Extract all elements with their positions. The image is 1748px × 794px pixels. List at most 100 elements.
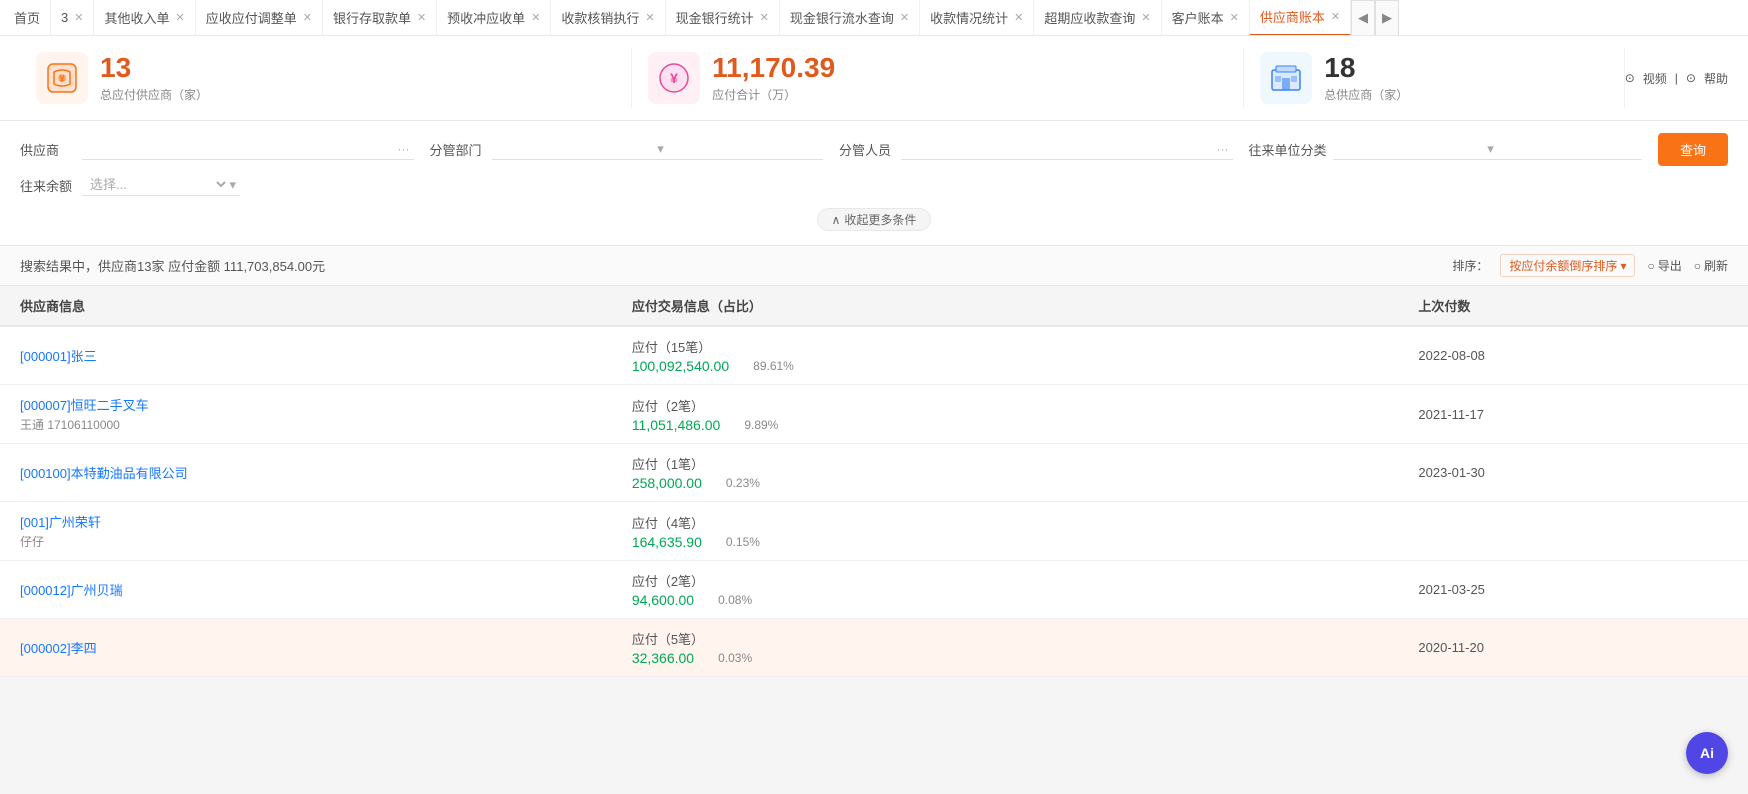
supplier-link[interactable]: [000100]本特勤油品有限公司 bbox=[20, 466, 188, 481]
supplier-link[interactable]: [000012]广州贝瑞 bbox=[20, 583, 123, 598]
collapse-label: 收起更多条件 bbox=[844, 211, 916, 228]
tab3-close[interactable]: ✕ bbox=[74, 11, 83, 24]
ap-amount-number: 11,170.39 bbox=[712, 53, 835, 84]
receipt-stat-close[interactable]: ✕ bbox=[1014, 11, 1023, 24]
nav-tab-receipt-stat[interactable]: 收款情况统计 ✕ bbox=[920, 0, 1034, 36]
dept-chevron-icon: ▾ bbox=[657, 141, 819, 157]
stat-ap-amount: ¥ 11,170.39 应付合计（万） bbox=[632, 48, 1244, 108]
supplier-link[interactable]: [001]广州荣轩 bbox=[20, 515, 101, 530]
tx-amount[interactable]: 32,366.00 bbox=[632, 650, 694, 666]
supplier-ellipsis-icon[interactable]: ··· bbox=[398, 142, 410, 156]
query-button[interactable]: 查询 bbox=[1658, 133, 1728, 166]
tx-amount[interactable]: 100,092,540.00 bbox=[632, 358, 729, 374]
nav-tab-prepay-ar[interactable]: 预收冲应收单 ✕ bbox=[437, 0, 551, 36]
bank-deposit-close[interactable]: ✕ bbox=[417, 11, 426, 24]
ap-suppliers-icon: ¥ bbox=[36, 52, 88, 104]
bank-deposit-label: 银行存取款单 bbox=[333, 8, 411, 27]
cash-bank-stat-close[interactable]: ✕ bbox=[760, 11, 769, 24]
ai-badge[interactable]: Ai bbox=[1686, 732, 1728, 774]
nav-tab-3[interactable]: 3 ✕ bbox=[51, 0, 94, 36]
person-ellipsis-icon[interactable]: ··· bbox=[1217, 142, 1229, 156]
tx-amount[interactable]: 94,600.00 bbox=[632, 592, 694, 608]
nav-tab-overdue-ar[interactable]: 超期应收款查询 ✕ bbox=[1034, 0, 1161, 36]
nav-tab-cash-bank-stat[interactable]: 现金银行统计 ✕ bbox=[666, 0, 780, 36]
nav-tab-supplier-ledger[interactable]: 供应商账本 ✕ bbox=[1250, 0, 1351, 36]
tx-pct: 0.08% bbox=[718, 593, 752, 607]
tx-pct: 89.61% bbox=[753, 359, 794, 373]
export-button[interactable]: ○ 导出 bbox=[1647, 257, 1681, 274]
category-dropdown[interactable]: ▾ bbox=[1333, 139, 1642, 160]
last-pay-cell: 2020-11-20 bbox=[1398, 619, 1748, 677]
balance-select[interactable]: 选择... bbox=[86, 176, 229, 193]
tx-cell: 应付（15笔）100,092,540.0089.61% bbox=[612, 326, 1399, 385]
video-link[interactable]: 视频 bbox=[1643, 70, 1667, 87]
filter-supplier: 供应商 ··· bbox=[20, 140, 414, 160]
collapse-button[interactable]: ∧ 收起更多条件 bbox=[817, 208, 932, 231]
receipt-stat-label: 收款情况统计 bbox=[930, 8, 1008, 27]
supplier-link[interactable]: [000007]恒旺二手叉车 bbox=[20, 398, 149, 413]
supplier-link[interactable]: [000002]李四 bbox=[20, 641, 97, 656]
top-navigation: 首页 3 ✕ 其他收入单 ✕ 应收应付调整单 ✕ 银行存取款单 ✕ 预收冲应收单… bbox=[0, 0, 1748, 36]
nav-tab-bank-deposit[interactable]: 银行存取款单 ✕ bbox=[323, 0, 437, 36]
table-row: [000100]本特勤油品有限公司应付（1笔）258,000.000.23%20… bbox=[0, 444, 1748, 502]
overdue-ar-close[interactable]: ✕ bbox=[1141, 11, 1150, 24]
cash-bank-stat-label: 现金银行统计 bbox=[676, 8, 754, 27]
person-input-wrap[interactable]: ··· bbox=[901, 140, 1233, 160]
cash-bank-flow-label: 现金银行流水查询 bbox=[790, 8, 894, 27]
last-pay-cell: 2021-03-25 bbox=[1398, 561, 1748, 619]
customer-ledger-close[interactable]: ✕ bbox=[1230, 11, 1239, 24]
refresh-icon: ○ bbox=[1694, 259, 1701, 273]
stat-total-suppliers: 18 总供应商（家） bbox=[1244, 48, 1624, 108]
prepay-ar-close[interactable]: ✕ bbox=[531, 11, 540, 24]
cash-bank-flow-close[interactable]: ✕ bbox=[900, 11, 909, 24]
export-label: 导出 bbox=[1658, 257, 1682, 274]
tx-pct: 0.15% bbox=[726, 535, 760, 549]
tx-label: 应付（4笔） bbox=[632, 513, 1379, 532]
supplier-ledger-label: 供应商账本 bbox=[1260, 7, 1325, 26]
tx-pct: 0.23% bbox=[726, 476, 760, 490]
tx-amount[interactable]: 164,635.90 bbox=[632, 534, 702, 550]
supplier-ledger-close[interactable]: ✕ bbox=[1331, 10, 1340, 23]
help-link[interactable]: 帮助 bbox=[1704, 70, 1728, 87]
nav-arrow-right[interactable]: ▶ bbox=[1375, 0, 1399, 36]
supplier-cell: [001]广州荣轩仔仔 bbox=[0, 502, 612, 561]
nav-tab-home[interactable]: 首页 bbox=[4, 0, 51, 36]
person-label: 分管人员 bbox=[839, 140, 895, 159]
receipt-verify-close[interactable]: ✕ bbox=[645, 11, 654, 24]
sort-button[interactable]: 按应付余额倒序排序 ▾ bbox=[1500, 254, 1635, 277]
balance-select-wrap[interactable]: 选择... ▾ bbox=[82, 174, 240, 196]
refresh-button[interactable]: ○ 刷新 bbox=[1694, 257, 1728, 274]
supplier-input[interactable] bbox=[86, 142, 398, 157]
nav-tab-receipt-verify[interactable]: 收款核销执行 ✕ bbox=[551, 0, 665, 36]
sort-label: 排序： bbox=[1452, 257, 1488, 274]
last-pay-date: 2023-01-30 bbox=[1418, 465, 1485, 480]
supplier-cell: [000007]恒旺二手叉车王通 17106110000 bbox=[0, 385, 612, 444]
home-label: 首页 bbox=[14, 8, 40, 27]
total-suppliers-number: 18 bbox=[1324, 53, 1408, 84]
dept-dropdown[interactable]: ▾ bbox=[492, 139, 824, 160]
export-icon: ○ bbox=[1647, 259, 1654, 273]
tx-amount[interactable]: 258,000.00 bbox=[632, 475, 702, 491]
person-input[interactable] bbox=[905, 142, 1217, 157]
last-pay-date: 2020-11-20 bbox=[1418, 640, 1484, 655]
total-suppliers-label: 总供应商（家） bbox=[1324, 86, 1408, 103]
help-icon: ⊙ bbox=[1686, 71, 1696, 85]
nav-tab-ar-ap-adjust[interactable]: 应收应付调整单 ✕ bbox=[196, 0, 323, 36]
balance-label: 往来余额 bbox=[20, 176, 76, 195]
supplier-link[interactable]: [000001]张三 bbox=[20, 349, 97, 364]
tx-label: 应付（2笔） bbox=[632, 396, 1379, 415]
tx-cell: 应付（2笔）11,051,486.009.89% bbox=[612, 385, 1399, 444]
nav-tab-cash-bank-flow[interactable]: 现金银行流水查询 ✕ bbox=[780, 0, 920, 36]
supplier-cell: [000001]张三 bbox=[0, 326, 612, 385]
tx-cell: 应付（4笔） 164,635.90 0.15% bbox=[612, 502, 1399, 561]
nav-arrow-left[interactable]: ◀ bbox=[1351, 0, 1375, 36]
category-label: 往来单位分类 bbox=[1249, 140, 1327, 159]
nav-tab-customer-ledger[interactable]: 客户账本 ✕ bbox=[1162, 0, 1250, 36]
supplier-input-wrap[interactable]: ··· bbox=[82, 140, 414, 160]
other-income-close[interactable]: ✕ bbox=[175, 11, 184, 24]
nav-tab-other-income[interactable]: 其他收入单 ✕ bbox=[94, 0, 195, 36]
ar-ap-adjust-close[interactable]: ✕ bbox=[303, 11, 312, 24]
ap-amount-icon: ¥ bbox=[648, 52, 700, 104]
sort-chevron-icon: ▾ bbox=[1620, 259, 1626, 273]
tx-amount[interactable]: 11,051,486.00 bbox=[632, 417, 721, 433]
